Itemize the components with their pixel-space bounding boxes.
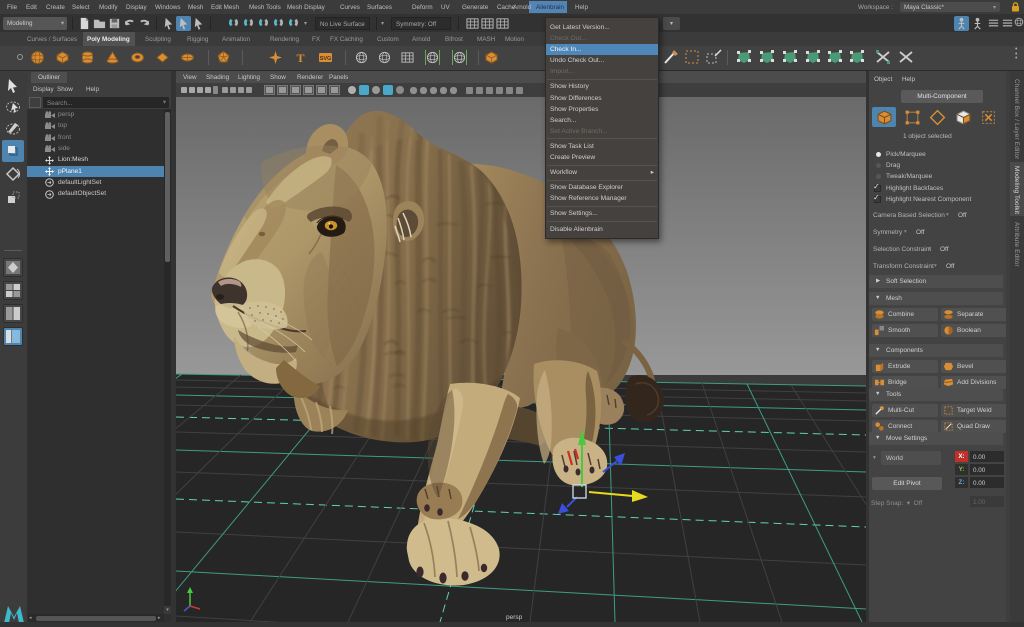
svg-text:T: T [296,51,304,65]
svg-text:SVG: SVG [320,56,332,62]
svg-text:persp: persp [506,614,523,621]
